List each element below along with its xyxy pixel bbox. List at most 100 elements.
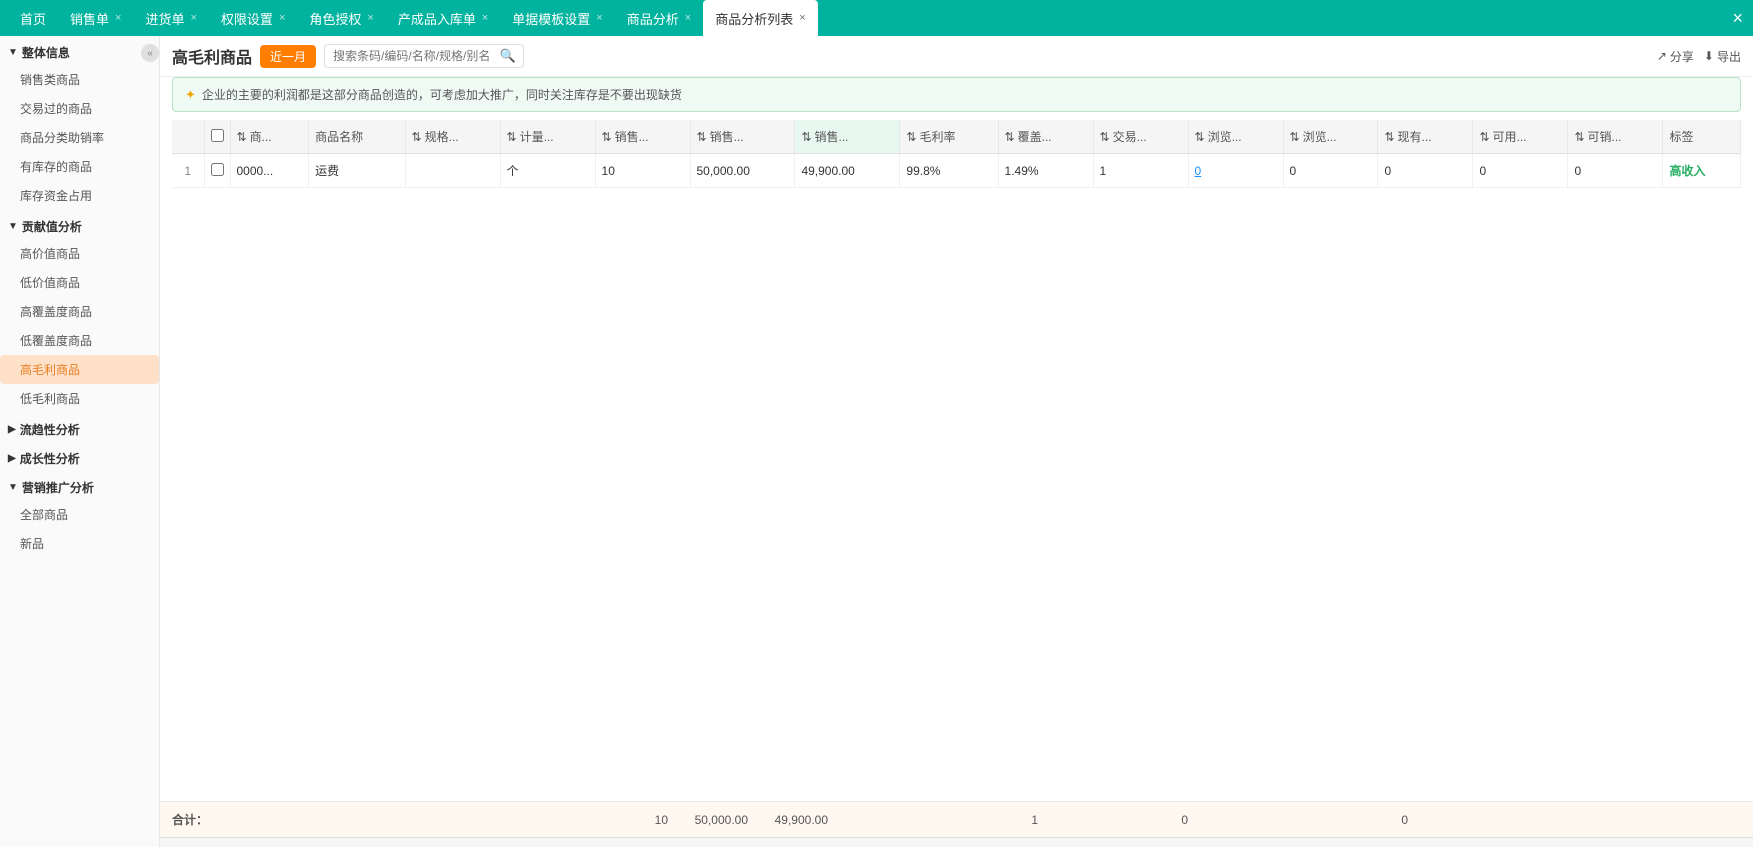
sidebar-section-growth[interactable]: ▶ 成长性分析: [0, 442, 159, 471]
sidebar-item-sales-goods[interactable]: 销售类商品: [0, 65, 159, 94]
row-num: 1: [172, 154, 204, 188]
search-input[interactable]: [324, 44, 524, 68]
sidebar-item-low-value[interactable]: 低价值商品: [0, 268, 159, 297]
row-checkbox[interactable]: [211, 163, 224, 176]
col-sort-icon-4: ⇅: [602, 130, 612, 144]
close-all-tabs[interactable]: ×: [1732, 8, 1743, 29]
col-trade: ⇅ 交易...: [1093, 120, 1188, 154]
table-wrap[interactable]: ⇅ 商... 商品名称 ⇅ 规格...: [160, 120, 1753, 801]
row-sellable: 0: [1568, 154, 1663, 188]
row-name: 运费: [309, 154, 405, 188]
tab-goods-analysis-list[interactable]: 商品分析列表 ×: [703, 0, 817, 36]
tab-role[interactable]: 角色授权 ×: [297, 0, 385, 36]
share-icon: ↗: [1657, 49, 1667, 63]
row-code: 0000...: [230, 154, 309, 188]
sidebar-section-overall[interactable]: ▼ 整体信息: [0, 36, 159, 65]
tab-sales-close[interactable]: ×: [115, 12, 121, 24]
row-trade: 1: [1093, 154, 1188, 188]
sidebar-collapse-btn[interactable]: «: [141, 44, 159, 62]
col-available: ⇅ 可用...: [1473, 120, 1568, 154]
content-header: 高毛利商品 近一月 🔍 ↗ 分享 ⬇ 导出: [160, 36, 1753, 77]
sidebar-section-flow[interactable]: ▶ 流趋性分析: [0, 413, 159, 442]
export-btn[interactable]: ⬇ 导出: [1704, 48, 1741, 65]
tab-sales[interactable]: 销售单 ×: [58, 0, 133, 36]
row-sales3: 49,900.00: [795, 154, 900, 188]
sidebar-item-all-goods[interactable]: 全部商品: [0, 500, 159, 529]
sidebar-item-high-value[interactable]: 高价值商品: [0, 239, 159, 268]
info-icon: ✦: [185, 87, 196, 103]
footer-values: 10 50,000.00 49,900.00 1 0 0: [228, 813, 1741, 827]
tab-goods-analysis-close[interactable]: ×: [685, 12, 691, 24]
content-area: 高毛利商品 近一月 🔍 ↗ 分享 ⬇ 导出 ✦ 企业的主要的利润都是这部分商品创…: [160, 36, 1753, 847]
col-browse2: ⇅ 浏览...: [1283, 120, 1378, 154]
row-gross: 99.8%: [900, 154, 998, 188]
tab-goods-analysis[interactable]: 商品分析 ×: [615, 0, 703, 36]
col-sort-icon-5: ⇅: [697, 130, 707, 144]
col-sort-icon-3: ⇅: [507, 130, 517, 144]
select-all-checkbox[interactable]: [211, 129, 224, 142]
col-spec: ⇅ 规格...: [405, 120, 500, 154]
row-checkbox-cell: [204, 154, 230, 188]
tab-role-close[interactable]: ×: [367, 12, 373, 24]
search-wrap: 🔍: [324, 44, 524, 68]
col-sort-icon-6: ⇅: [801, 130, 811, 144]
arrow-down-icon-2: ▼: [8, 221, 18, 232]
col-sort-icon-14: ⇅: [1574, 130, 1584, 144]
sidebar-item-new-goods[interactable]: 新品: [0, 529, 159, 558]
tab-permission-close[interactable]: ×: [279, 12, 285, 24]
footer-sellable: 0: [1334, 813, 1414, 827]
sidebar-item-stock-capital[interactable]: 库存资金占用: [0, 181, 159, 210]
col-sort-icon-12: ⇅: [1384, 130, 1394, 144]
row-browse1[interactable]: 0: [1188, 154, 1283, 188]
footer-sales2: 50,000.00: [674, 813, 754, 827]
row-sales2: 50,000.00: [690, 154, 795, 188]
row-available: 0: [1473, 154, 1568, 188]
row-sales1: 10: [595, 154, 690, 188]
col-num: [172, 120, 204, 154]
info-banner: ✦ 企业的主要的利润都是这部分商品创造的，可考虑加大推广，同时关注库存是不要出现…: [172, 77, 1741, 112]
search-icon[interactable]: 🔍: [500, 48, 516, 64]
tab-product-in-close[interactable]: ×: [482, 12, 488, 24]
tab-template[interactable]: 单据模板设置 ×: [500, 0, 614, 36]
export-icon: ⬇: [1704, 49, 1714, 63]
col-sort-icon-11: ⇅: [1290, 130, 1300, 144]
sidebar-item-category-rate[interactable]: 商品分类助销率: [0, 123, 159, 152]
arrow-down-icon: ▼: [8, 47, 18, 58]
col-unit: ⇅ 计量...: [500, 120, 595, 154]
tab-purchase[interactable]: 进货单 ×: [133, 0, 208, 36]
top-nav: 首页 销售单 × 进货单 × 权限设置 × 角色授权 × 产成品入库单 × 单据…: [0, 0, 1753, 36]
footer-sales3: 49,900.00: [754, 813, 834, 827]
col-sort-icon-8: ⇅: [1005, 130, 1015, 144]
row-coverage: 1.49%: [998, 154, 1093, 188]
tab-permission[interactable]: 权限设置 ×: [209, 0, 297, 36]
sidebar-item-high-margin[interactable]: 高毛利商品: [0, 355, 159, 384]
col-sellable: ⇅ 可销...: [1568, 120, 1663, 154]
col-code: ⇅ 商...: [230, 120, 309, 154]
sidebar-section-marketing[interactable]: ▼ 营销推广分析: [0, 471, 159, 500]
sidebar-item-high-coverage[interactable]: 高覆盖度商品: [0, 297, 159, 326]
sidebar-item-in-stock[interactable]: 有库存的商品: [0, 152, 159, 181]
sidebar-section-contribution[interactable]: ▼ 贡献值分析: [0, 210, 159, 239]
tab-home[interactable]: 首页: [8, 0, 58, 36]
sidebar-item-low-coverage[interactable]: 低覆盖度商品: [0, 326, 159, 355]
tab-purchase-close[interactable]: ×: [190, 12, 196, 24]
sidebar: « ▼ 整体信息 销售类商品 交易过的商品 商品分类助销率 有库存的商品 库存资…: [0, 36, 160, 847]
footer-browse2: 0: [1114, 813, 1194, 827]
col-checkbox: [204, 120, 230, 154]
arrow-right-icon-2: ▶: [8, 453, 16, 464]
footer-sales1: 10: [594, 813, 674, 827]
bottom-scrollbar[interactable]: [160, 837, 1753, 847]
sidebar-item-traded-goods[interactable]: 交易过的商品: [0, 94, 159, 123]
tab-goods-list-close[interactable]: ×: [799, 12, 805, 24]
table-row: 1 0000... 运费 个 10 50,000.00 49,900.00 99…: [172, 154, 1741, 188]
tab-template-close[interactable]: ×: [596, 12, 602, 24]
footer-label: 合计：: [172, 811, 208, 828]
tab-product-in[interactable]: 产成品入库单 ×: [386, 0, 500, 36]
table-footer: 合计： 10 50,000.00 49,900.00 1 0 0: [160, 801, 1753, 837]
share-btn[interactable]: ↗ 分享: [1657, 48, 1694, 65]
sidebar-item-low-margin[interactable]: 低毛利商品: [0, 384, 159, 413]
filter-recent-month-btn[interactable]: 近一月: [260, 45, 316, 68]
table-header-row: ⇅ 商... 商品名称 ⇅ 规格...: [172, 120, 1741, 154]
footer-trade: 1: [964, 813, 1044, 827]
col-sales3: ⇅ 销售...: [795, 120, 900, 154]
